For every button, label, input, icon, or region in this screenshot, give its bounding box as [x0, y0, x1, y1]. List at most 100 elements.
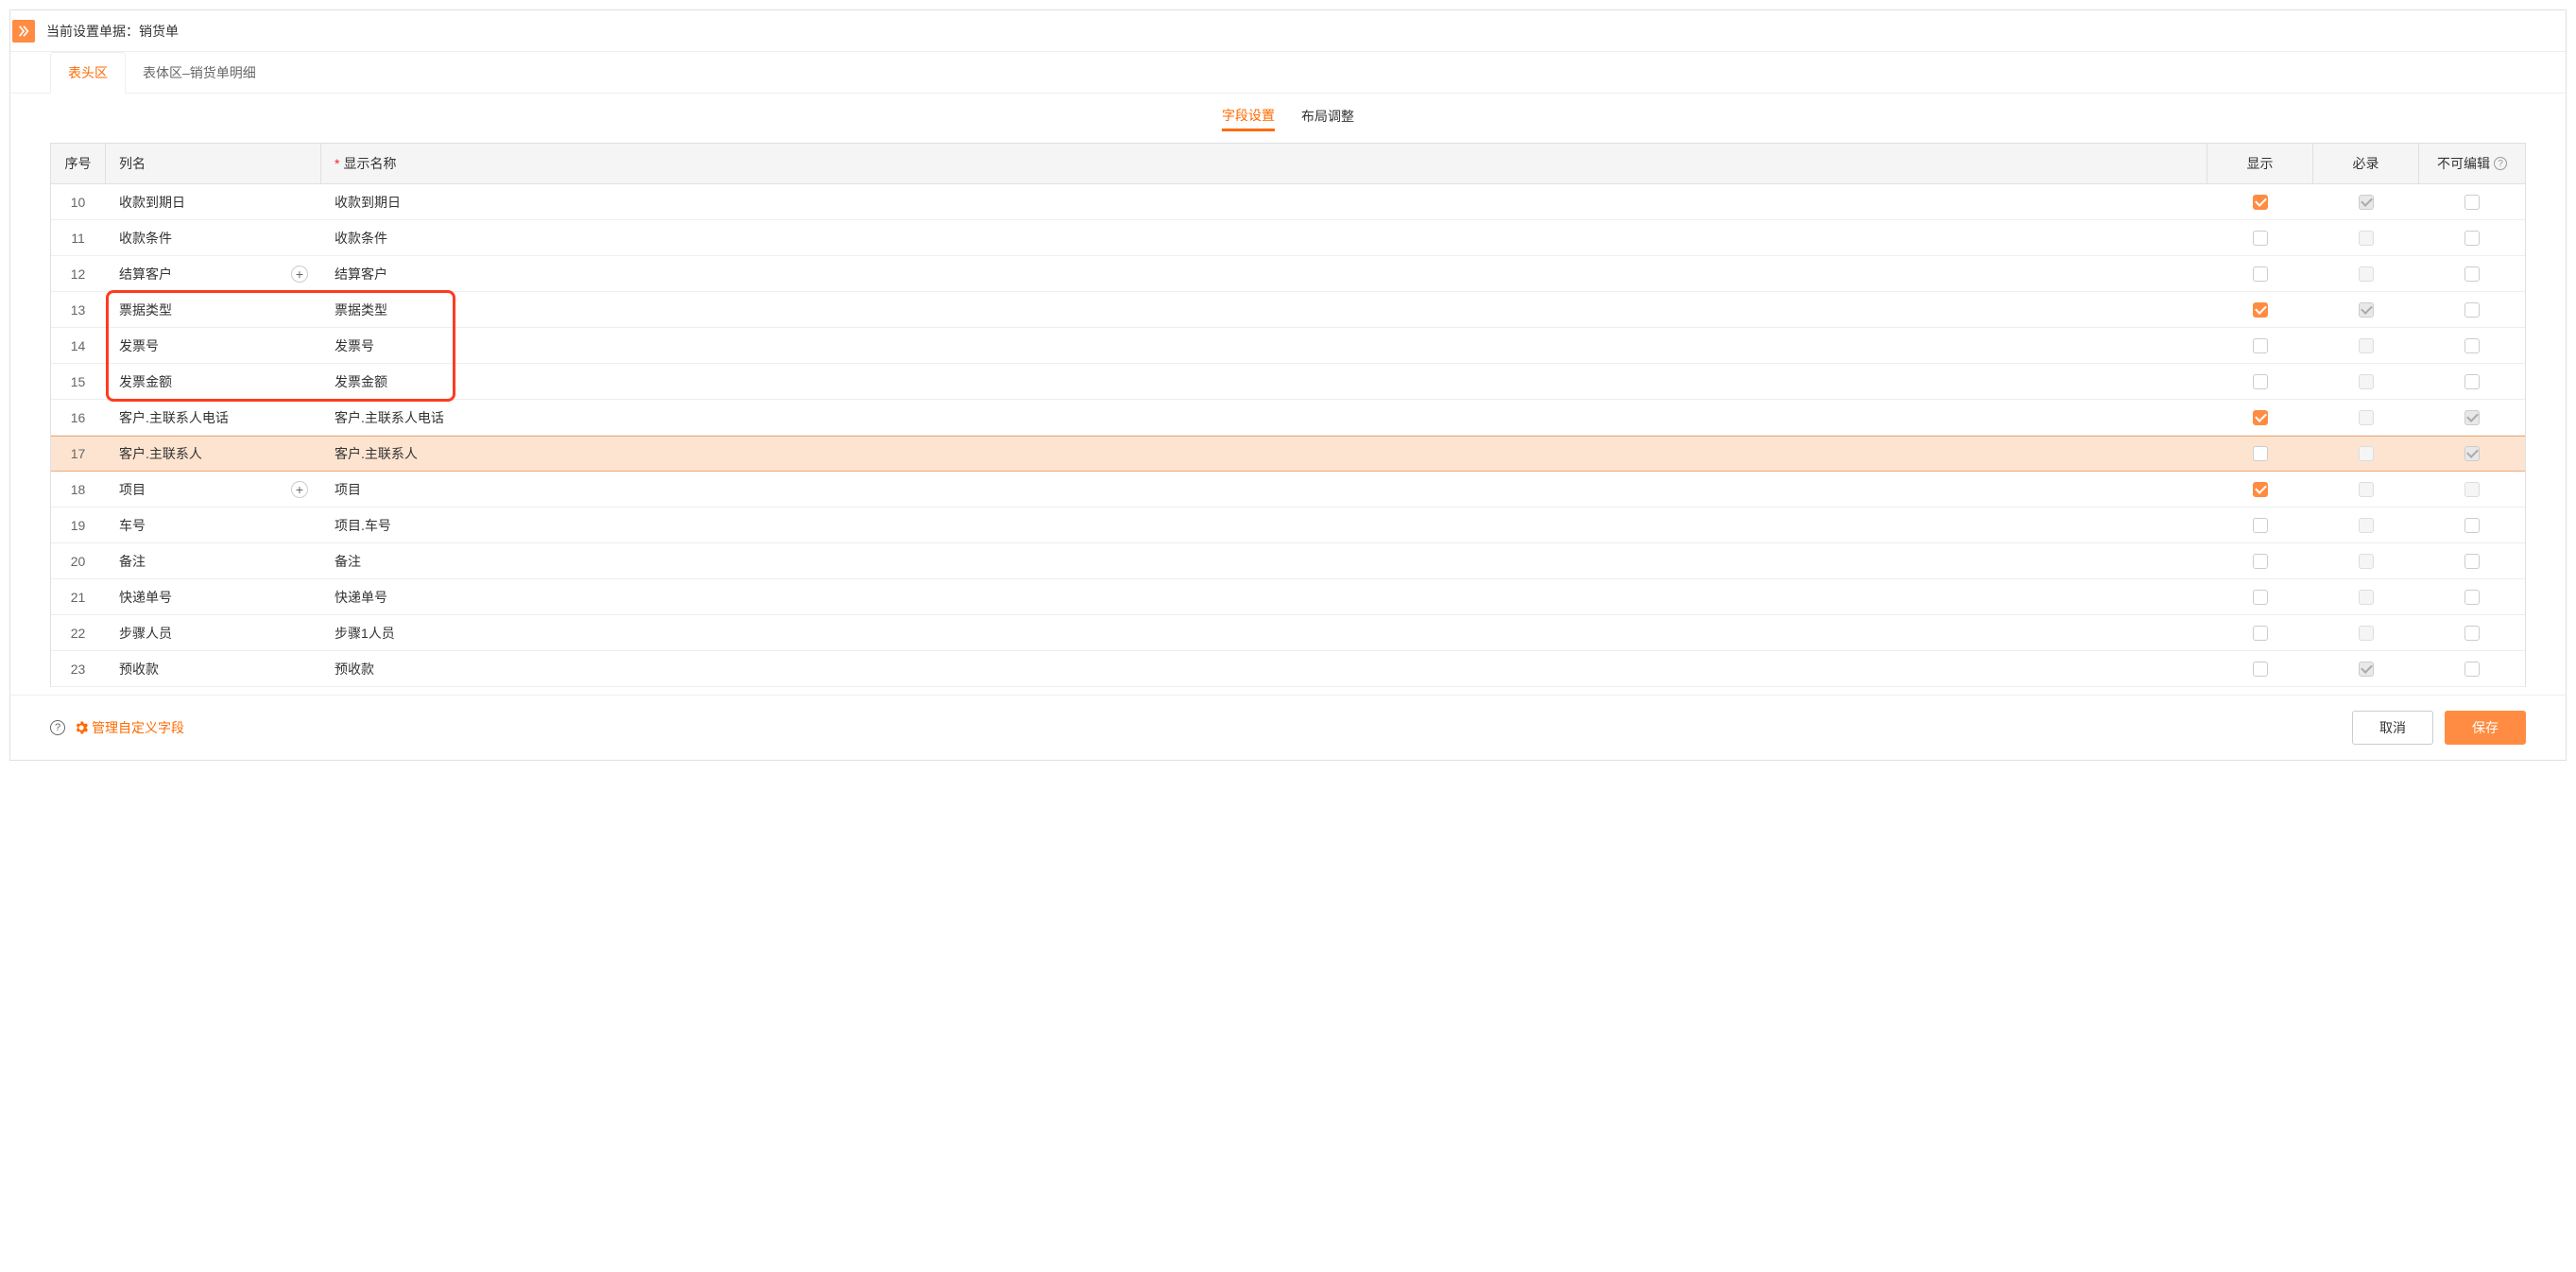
readonly-checkbox	[2464, 410, 2480, 425]
cancel-button[interactable]: 取消	[2352, 711, 2433, 745]
show-checkbox[interactable]	[2253, 266, 2268, 282]
show-checkbox[interactable]	[2253, 662, 2268, 677]
cell-display-name[interactable]: 客户.主联系人	[321, 444, 2207, 463]
show-checkbox[interactable]	[2253, 626, 2268, 641]
show-checkbox[interactable]	[2253, 554, 2268, 569]
show-checkbox[interactable]	[2253, 338, 2268, 353]
cell-display-name[interactable]: 发票金额	[321, 372, 2207, 391]
cell-display-name[interactable]: 收款条件	[321, 229, 2207, 248]
subtab-layout-adjust[interactable]: 布局调整	[1301, 107, 1354, 129]
help-icon[interactable]: ?	[2494, 157, 2507, 170]
cell-required	[2313, 626, 2419, 641]
cell-display-name[interactable]: 发票号	[321, 336, 2207, 355]
required-checkbox	[2359, 626, 2374, 641]
cell-required	[2313, 302, 2419, 318]
cell-display-name[interactable]: 项目.车号	[321, 516, 2207, 535]
readonly-checkbox[interactable]	[2464, 266, 2480, 282]
cell-required	[2313, 590, 2419, 605]
subtab-field-settings[interactable]: 字段设置	[1222, 106, 1275, 131]
show-checkbox[interactable]	[2253, 302, 2268, 318]
readonly-checkbox[interactable]	[2464, 338, 2480, 353]
collapse-toggle-button[interactable]	[12, 20, 35, 43]
table-header: 序号 列名 * 显示名称 显示 必录 不可编辑 ?	[50, 143, 2526, 184]
required-checkbox	[2359, 374, 2374, 389]
cell-readonly	[2419, 554, 2525, 569]
cell-show	[2207, 518, 2313, 533]
readonly-checkbox[interactable]	[2464, 662, 2480, 677]
table-row: 17客户.主联系人客户.主联系人	[51, 436, 2525, 472]
cell-required	[2313, 410, 2419, 425]
cell-name: 备注	[106, 552, 321, 571]
cell-name: 快递单号	[106, 588, 321, 607]
cell-readonly	[2419, 374, 2525, 389]
table-row: 15发票金额发票金额	[51, 364, 2525, 400]
cell-display-name[interactable]: 客户.主联系人电话	[321, 408, 2207, 427]
cell-show	[2207, 302, 2313, 318]
readonly-checkbox[interactable]	[2464, 626, 2480, 641]
manage-custom-fields-link[interactable]: 管理自定义字段	[75, 718, 184, 737]
save-button[interactable]: 保存	[2445, 711, 2526, 745]
cell-seq: 20	[51, 554, 106, 569]
plus-icon[interactable]: +	[291, 481, 308, 498]
tab-header-area[interactable]: 表头区	[50, 52, 126, 94]
readonly-checkbox[interactable]	[2464, 590, 2480, 605]
cell-display-name[interactable]: 票据类型	[321, 301, 2207, 319]
required-checkbox	[2359, 338, 2374, 353]
show-checkbox[interactable]	[2253, 195, 2268, 210]
col-header-required: 必录	[2313, 144, 2419, 183]
cell-show	[2207, 266, 2313, 282]
readonly-checkbox[interactable]	[2464, 302, 2480, 318]
cell-display-name[interactable]: 备注	[321, 552, 2207, 571]
cell-required	[2313, 482, 2419, 497]
required-checkbox	[2359, 590, 2374, 605]
table-row: 14发票号发票号	[51, 328, 2525, 364]
cell-show	[2207, 446, 2313, 461]
header-bar: 当前设置单据：销货单	[10, 10, 2566, 52]
cell-display-name[interactable]: 项目	[321, 480, 2207, 499]
cell-display-name[interactable]: 步骤1人员	[321, 624, 2207, 643]
readonly-checkbox[interactable]	[2464, 231, 2480, 246]
cell-required	[2313, 338, 2419, 353]
required-checkbox	[2359, 410, 2374, 425]
page-title: 当前设置单据：销货单	[46, 22, 179, 41]
cell-name: 车号	[106, 516, 321, 535]
show-checkbox[interactable]	[2253, 446, 2268, 461]
cell-show	[2207, 554, 2313, 569]
cell-display-name[interactable]: 结算客户	[321, 265, 2207, 284]
required-checkbox	[2359, 482, 2374, 497]
plus-icon[interactable]: +	[291, 266, 308, 283]
readonly-checkbox	[2464, 446, 2480, 461]
cell-show	[2207, 231, 2313, 246]
cell-display-name[interactable]: 快递单号	[321, 588, 2207, 607]
cell-show	[2207, 338, 2313, 353]
show-checkbox[interactable]	[2253, 482, 2268, 497]
required-checkbox	[2359, 518, 2374, 533]
cell-seq: 13	[51, 302, 106, 318]
readonly-checkbox[interactable]	[2464, 554, 2480, 569]
question-icon[interactable]: ?	[50, 720, 65, 735]
cell-readonly	[2419, 338, 2525, 353]
cell-display-name[interactable]: 预收款	[321, 660, 2207, 679]
required-checkbox	[2359, 446, 2374, 461]
tab-body-area[interactable]: 表体区–销货单明细	[126, 52, 273, 94]
table-wrap: 序号 列名 * 显示名称 显示 必录 不可编辑 ? 10收款到期日收款到期日11…	[10, 143, 2566, 687]
cell-required	[2313, 446, 2419, 461]
cell-display-name[interactable]: 收款到期日	[321, 193, 2207, 212]
cell-seq: 23	[51, 662, 106, 677]
show-checkbox[interactable]	[2253, 590, 2268, 605]
cell-show	[2207, 590, 2313, 605]
show-checkbox[interactable]	[2253, 374, 2268, 389]
cell-name: 收款到期日	[106, 193, 321, 212]
cell-seq: 12	[51, 266, 106, 282]
cell-name: 步骤人员	[106, 624, 321, 643]
cell-show	[2207, 374, 2313, 389]
cell-seq: 22	[51, 626, 106, 641]
show-checkbox[interactable]	[2253, 410, 2268, 425]
readonly-checkbox[interactable]	[2464, 195, 2480, 210]
cell-readonly	[2419, 446, 2525, 461]
show-checkbox[interactable]	[2253, 518, 2268, 533]
show-checkbox[interactable]	[2253, 231, 2268, 246]
cell-show	[2207, 195, 2313, 210]
readonly-checkbox[interactable]	[2464, 518, 2480, 533]
readonly-checkbox[interactable]	[2464, 374, 2480, 389]
